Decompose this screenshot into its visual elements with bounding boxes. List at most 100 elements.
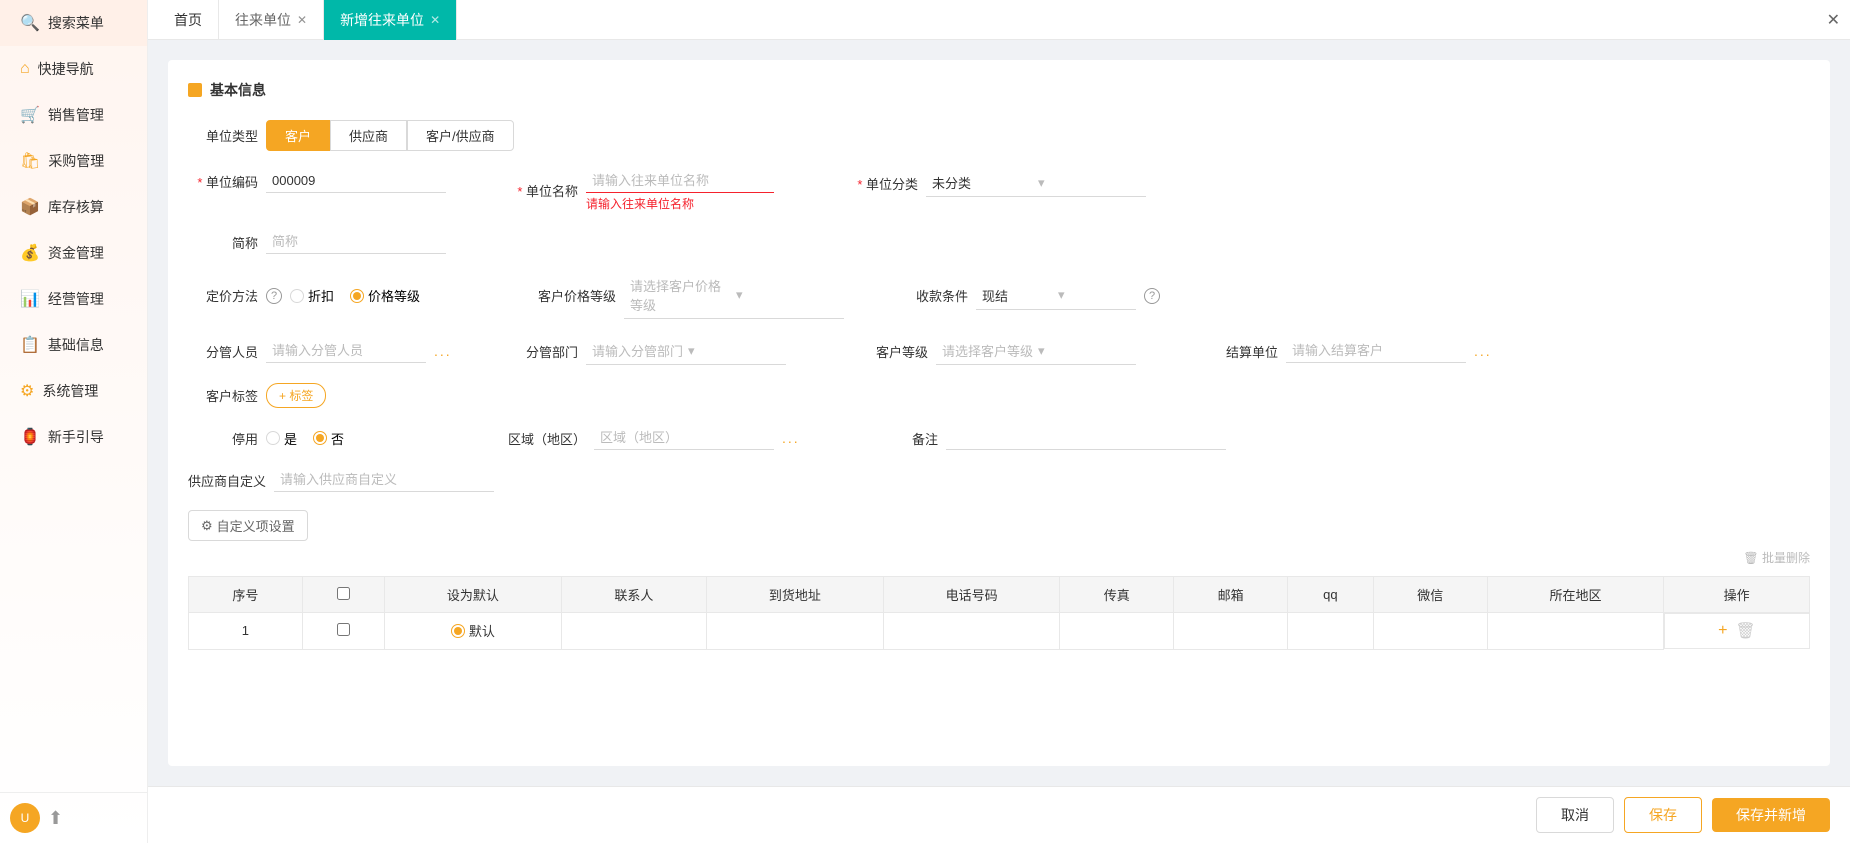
row-default[interactable]: 默认 bbox=[385, 613, 562, 650]
default-label: 默认 bbox=[469, 621, 495, 640]
unit-name-error: 请输入往来单位名称 bbox=[586, 195, 774, 212]
search-icon: 🔍 bbox=[20, 13, 40, 33]
tab-new-partner[interactable]: 新增往来单位 ✕ bbox=[324, 0, 457, 40]
sidebar-item-search[interactable]: 🔍 搜索菜单 bbox=[0, 0, 147, 46]
tab-partners-label: 往来单位 bbox=[235, 10, 291, 30]
payment-terms-group: 收款条件 现结 ▾ ? bbox=[898, 282, 1248, 310]
row-phone bbox=[883, 613, 1060, 650]
region-ellipsis[interactable]: ... bbox=[782, 430, 800, 446]
supplier-custom-input[interactable] bbox=[274, 468, 494, 492]
payment-terms-select[interactable]: 现结 ▾ bbox=[976, 282, 1136, 310]
table-row: 1 默认 bbox=[189, 613, 1810, 650]
manager-row: 分管人员 ... 分管部门 请输入分管部门 ▾ 客户等级 请选择客户等级 ▾ bbox=[188, 337, 1810, 365]
row-email bbox=[1174, 613, 1288, 650]
disable-yes-radio[interactable]: 是 bbox=[266, 429, 297, 448]
settlement-unit-input[interactable] bbox=[1286, 339, 1466, 363]
unit-type-buttons: 客户 供应商 客户/供应商 bbox=[266, 120, 514, 151]
unit-category-label: 单位分类 bbox=[848, 174, 918, 193]
contacts-table: 序号 设为默认 联系人 到货地址 电话号码 传真 邮箱 qq 微信 所在地区 操… bbox=[188, 576, 1810, 650]
batch-delete-btn[interactable]: 🗑 批量删除 bbox=[188, 549, 1810, 566]
disable-no-radio[interactable]: 否 bbox=[313, 429, 344, 448]
row-wechat bbox=[1373, 613, 1487, 650]
col-email: 邮箱 bbox=[1174, 577, 1288, 613]
row-checkbox[interactable] bbox=[302, 613, 384, 650]
sidebar-item-guide[interactable]: 🏮 新手引导 bbox=[0, 414, 147, 460]
customer-tag-label: 客户标签 bbox=[188, 386, 258, 405]
pricing-help-icon[interactable]: ? bbox=[266, 288, 282, 304]
unit-name-input[interactable] bbox=[586, 169, 774, 193]
disable-no-circle bbox=[313, 431, 327, 445]
pricing-method-group: 定价方法 ? 折扣 价格等级 bbox=[188, 286, 538, 305]
unit-btn-customer[interactable]: 客户 bbox=[266, 120, 330, 151]
sidebar-item-inventory[interactable]: 📦 库存核算 bbox=[0, 184, 147, 230]
unit-btn-both[interactable]: 客户/供应商 bbox=[407, 120, 514, 151]
short-name-input[interactable] bbox=[266, 230, 446, 254]
customer-level-select[interactable]: 请选择客户等级 ▾ bbox=[936, 337, 1136, 365]
sidebar-item-label: 销售管理 bbox=[48, 105, 104, 125]
customer-price-level-placeholder: 请选择客户价格等级 bbox=[630, 276, 732, 314]
unit-code-input[interactable] bbox=[266, 169, 446, 193]
col-region: 所在地区 bbox=[1487, 577, 1664, 613]
tab-new-partner-close[interactable]: ✕ bbox=[430, 13, 440, 27]
dept-label: 分管部门 bbox=[508, 342, 578, 361]
sidebar-item-basic[interactable]: 📋 基础信息 bbox=[0, 322, 147, 368]
customer-price-level-select[interactable]: 请选择客户价格等级 ▾ bbox=[624, 272, 844, 319]
col-checkbox[interactable] bbox=[302, 577, 384, 613]
form-container: 基本信息 单位类型 客户 供应商 客户/供应商 单位编码 bbox=[168, 60, 1830, 766]
unit-type-label: 单位类型 bbox=[188, 126, 258, 145]
sidebar-item-operations[interactable]: 📊 经营管理 bbox=[0, 276, 147, 322]
payment-terms-label: 收款条件 bbox=[898, 286, 968, 305]
sidebar-item-system[interactable]: ⚙ 系统管理 bbox=[0, 368, 147, 414]
chevron-down-icon3: ▾ bbox=[1058, 287, 1130, 303]
tabbar: 首页 往来单位 ✕ 新增往来单位 ✕ ✕ bbox=[148, 0, 1850, 40]
select-all-checkbox[interactable] bbox=[337, 587, 350, 600]
delete-row-icon[interactable]: 🗑 bbox=[1735, 621, 1755, 641]
remark-input[interactable] bbox=[946, 426, 1226, 450]
col-address: 到货地址 bbox=[707, 577, 884, 613]
tab-partners-close[interactable]: ✕ bbox=[297, 13, 307, 27]
row-action[interactable]: + 🗑 bbox=[1664, 613, 1809, 649]
save-button[interactable]: 保存 bbox=[1624, 797, 1702, 833]
sidebar-expand-icon[interactable]: ⬆ bbox=[48, 808, 63, 829]
dept-select[interactable]: 请输入分管部门 ▾ bbox=[586, 337, 786, 365]
short-name-group: 简称 bbox=[188, 230, 508, 254]
manager-label: 分管人员 bbox=[188, 342, 258, 361]
cancel-button[interactable]: 取消 bbox=[1536, 797, 1614, 833]
sidebar-item-label: 系统管理 bbox=[42, 381, 98, 401]
sidebar-item-label: 经营管理 bbox=[48, 289, 104, 309]
finance-icon: 💰 bbox=[20, 243, 40, 263]
sidebar-item-label: 采购管理 bbox=[48, 151, 104, 171]
save-new-button[interactable]: 保存并新增 bbox=[1712, 798, 1830, 832]
row-region bbox=[1487, 613, 1664, 650]
guide-icon: 🏮 bbox=[20, 427, 40, 447]
supplier-custom-row: 供应商自定义 bbox=[188, 468, 1810, 492]
tab-partners[interactable]: 往来单位 ✕ bbox=[219, 0, 324, 40]
add-tag-button[interactable]: + 标签 bbox=[266, 383, 326, 408]
region-input[interactable] bbox=[594, 426, 774, 450]
row-contact bbox=[561, 613, 706, 650]
sidebar-item-purchase[interactable]: 🛍 采购管理 bbox=[0, 138, 147, 184]
tab-home[interactable]: 首页 bbox=[158, 0, 219, 40]
settlement-unit-ellipsis[interactable]: ... bbox=[1474, 343, 1492, 359]
col-no: 序号 bbox=[189, 577, 303, 613]
manager-ellipsis[interactable]: ... bbox=[434, 343, 452, 359]
customer-level-placeholder: 请选择客户等级 bbox=[942, 341, 1034, 360]
row-checkbox-input[interactable] bbox=[337, 623, 350, 636]
pricing-radio-level[interactable]: 价格等级 bbox=[350, 286, 420, 305]
custom-settings-button[interactable]: ⚙ 自定义项设置 bbox=[188, 510, 308, 541]
pricing-radio-discount[interactable]: 折扣 bbox=[290, 286, 334, 305]
unit-category-group: 单位分类 未分类 ▾ bbox=[848, 169, 1188, 197]
sidebar-item-quicknav[interactable]: ⌂ 快捷导航 bbox=[0, 46, 147, 92]
disable-label: 停用 bbox=[188, 429, 258, 448]
unit-category-select[interactable]: 未分类 ▾ bbox=[926, 169, 1146, 197]
default-radio[interactable] bbox=[451, 624, 465, 638]
manager-input[interactable] bbox=[266, 339, 426, 363]
add-row-icon[interactable]: + bbox=[1718, 622, 1727, 640]
tabbar-close-all[interactable]: ✕ bbox=[1827, 10, 1840, 30]
sidebar-item-finance[interactable]: 💰 资金管理 bbox=[0, 230, 147, 276]
sidebar-item-sales[interactable]: 🛒 销售管理 bbox=[0, 92, 147, 138]
payment-help-icon[interactable]: ? bbox=[1144, 288, 1160, 304]
unit-btn-supplier[interactable]: 供应商 bbox=[330, 120, 407, 151]
radio-discount-circle bbox=[290, 289, 304, 303]
sidebar-item-label: 资金管理 bbox=[48, 243, 104, 263]
